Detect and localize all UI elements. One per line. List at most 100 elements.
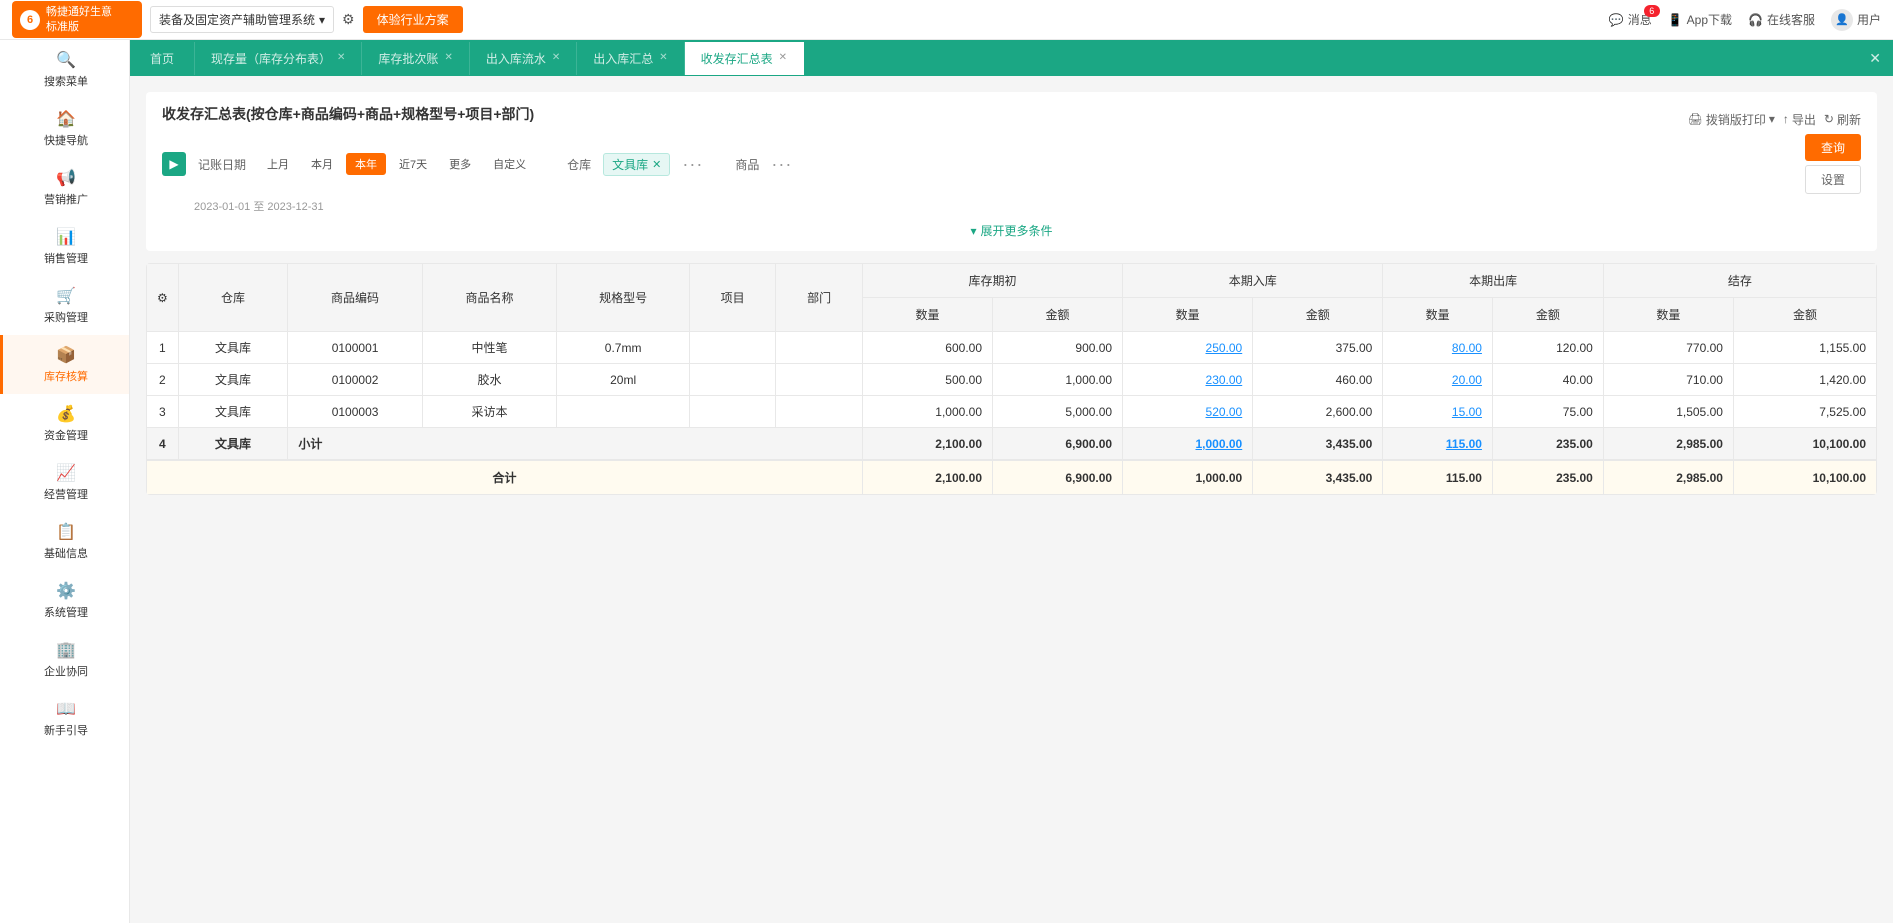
tab-batch[interactable]: 库存批次账 ✕ [362, 42, 469, 75]
experience-button[interactable]: 体验行业方案 [363, 6, 463, 33]
message-badge: 6 [1644, 5, 1660, 17]
row-goods-name: 采访本 [422, 396, 557, 428]
col-closing-qty-header: 数量 [1603, 298, 1733, 332]
purchase-icon: 🛒 [56, 286, 76, 306]
sidebar-item-guide[interactable]: 📖 新手引导 [0, 689, 129, 748]
tab-bar: 首页 现存量（库存分布表） ✕ 库存批次账 ✕ 出入库流水 ✕ 出入库汇总 ✕ … [130, 40, 1893, 76]
print-icon: 🖨 [1688, 112, 1703, 126]
inventory-icon: 📦 [56, 345, 76, 365]
row-out-amt: 120.00 [1492, 332, 1603, 364]
col-in-header: 本期入库 [1123, 264, 1383, 298]
logo-area[interactable]: 6 畅捷通好生意 标准版 [12, 1, 142, 38]
system-icon: ⚙️ [56, 581, 76, 601]
total-label: 合计 [147, 460, 863, 495]
row-goods-spec: 20ml [557, 364, 690, 396]
sidebar-item-purchase[interactable]: 🛒 采购管理 [0, 276, 129, 335]
filter-settings-button[interactable]: 设置 [1805, 165, 1861, 194]
total-in-amt: 3,435.00 [1253, 460, 1383, 495]
col-goods-code-header: 商品编码 [288, 264, 423, 332]
expand-conditions-button[interactable]: ▾ 展开更多条件 [162, 222, 1861, 239]
chevron-down-icon: ▾ [1769, 112, 1775, 126]
sidebar-item-finance[interactable]: 💰 资金管理 [0, 394, 129, 453]
logo-icon: 6 [20, 10, 40, 30]
sidebar-item-operations[interactable]: 📈 经营管理 [0, 453, 129, 512]
col-opening-qty-header: 数量 [862, 298, 992, 332]
row-seq: 1 [147, 332, 179, 364]
warehouse-more-button[interactable]: ··· [682, 155, 703, 173]
sidebar-item-marketing[interactable]: 📢 营销推广 [0, 158, 129, 217]
message-button[interactable]: 💬 消息 6 [1609, 11, 1652, 28]
row-close-amt: 1,420.00 [1733, 364, 1876, 396]
row-in-amt: 2,600.00 [1253, 396, 1383, 428]
refresh-button[interactable]: ↻ 刷新 [1824, 111, 1861, 128]
main-layout: 🔍 搜索菜单 🏠 快捷导航 📢 营销推广 📊 销售管理 🛒 采购管理 📦 库存核… [0, 40, 1893, 923]
tab-flow[interactable]: 出入库流水 ✕ [470, 42, 577, 75]
system-title-dropdown[interactable]: 装备及固定资产辅助管理系统 ▾ [150, 6, 334, 33]
goods-more-button[interactable]: ··· [771, 155, 792, 173]
col-project-header: 项目 [689, 264, 775, 332]
settings-icon[interactable]: ⚙ [342, 11, 355, 28]
base-info-icon: 📋 [56, 522, 76, 542]
sidebar-item-base-info[interactable]: 📋 基础信息 [0, 512, 129, 571]
row-out-amt: 75.00 [1492, 396, 1603, 428]
tab-bar-close-button[interactable]: ✕ [1857, 42, 1893, 75]
tab-close-summary[interactable]: ✕ [659, 53, 667, 63]
date-btn-more[interactable]: 更多 [440, 153, 480, 175]
subtotal-out-qty[interactable]: 115.00 [1383, 428, 1493, 461]
row-goods-code: 0100003 [288, 396, 423, 428]
row-in-qty[interactable]: 250.00 [1123, 332, 1253, 364]
sidebar-item-system[interactable]: ⚙️ 系统管理 [0, 571, 129, 630]
table-row: 2 文具库 0100002 胶水 20ml 500.00 1,000.00 23… [147, 364, 1877, 396]
export-button[interactable]: ↑ 导出 [1783, 111, 1816, 128]
data-table: ⚙ 仓库 商品编码 商品名称 规格型号 项目 部门 库存期初 本期入库 本期出库… [146, 263, 1877, 495]
subtotal-close-amt: 10,100.00 [1733, 428, 1876, 461]
app-download-button[interactable]: 📱 App下载 [1668, 11, 1732, 28]
date-btn-this-year[interactable]: 本年 [346, 153, 386, 175]
subtotal-in-qty[interactable]: 1,000.00 [1123, 428, 1253, 461]
col-in-amt-header: 金额 [1253, 298, 1383, 332]
sidebar-item-quick-nav[interactable]: 🏠 快捷导航 [0, 99, 129, 158]
top-bar-right: 💬 消息 6 📱 App下载 🎧 在线客服 👤 用户 [1609, 9, 1881, 31]
warehouse-tag-close[interactable]: ✕ [652, 158, 661, 171]
row-out-qty[interactable]: 80.00 [1383, 332, 1493, 364]
row-in-amt: 460.00 [1253, 364, 1383, 396]
query-button[interactable]: 查询 [1805, 134, 1861, 161]
col-goods-spec-header: 规格型号 [557, 264, 690, 332]
tab-summary[interactable]: 出入库汇总 ✕ [577, 42, 684, 75]
user-button[interactable]: 👤 用户 [1831, 9, 1881, 31]
sidebar-item-sales[interactable]: 📊 销售管理 [0, 217, 129, 276]
tab-close-flow[interactable]: ✕ [552, 53, 560, 63]
filter-expand-arrow[interactable]: ▶ [162, 152, 186, 176]
tab-close-batch[interactable]: ✕ [444, 53, 452, 63]
tab-recv-send[interactable]: 收发存汇总表 ✕ [685, 42, 804, 75]
date-btn-custom[interactable]: 自定义 [484, 153, 535, 175]
subtotal-open-qty: 2,100.00 [862, 428, 992, 461]
date-btn-last-month[interactable]: 上月 [258, 153, 298, 175]
date-btn-7days[interactable]: 近7天 [390, 153, 436, 175]
tab-close-inventory-dist[interactable]: ✕ [337, 53, 345, 63]
print-button[interactable]: 🖨 拨销版打印 ▾ [1688, 111, 1775, 128]
expand-icon: ▾ [970, 224, 976, 238]
row-out-qty[interactable]: 20.00 [1383, 364, 1493, 396]
col-closing-header: 结存 [1603, 264, 1876, 298]
row-seq: 2 [147, 364, 179, 396]
col-closing-amt-header: 金额 [1733, 298, 1876, 332]
row-close-amt: 1,155.00 [1733, 332, 1876, 364]
total-open-qty: 2,100.00 [862, 460, 992, 495]
sidebar-item-search[interactable]: 🔍 搜索菜单 [0, 40, 129, 99]
row-in-qty[interactable]: 230.00 [1123, 364, 1253, 396]
tab-home[interactable]: 首页 [130, 42, 195, 75]
row-open-qty: 1,000.00 [862, 396, 992, 428]
online-service-button[interactable]: 🎧 在线客服 [1748, 11, 1815, 28]
home-icon: 🏠 [56, 109, 76, 129]
sidebar-item-enterprise[interactable]: 🏢 企业协同 [0, 630, 129, 689]
row-in-qty[interactable]: 520.00 [1123, 396, 1253, 428]
tab-close-recv-send[interactable]: ✕ [779, 53, 787, 63]
row-close-qty: 1,505.00 [1603, 396, 1733, 428]
row-out-qty[interactable]: 15.00 [1383, 396, 1493, 428]
tab-inventory-dist[interactable]: 现存量（库存分布表） ✕ [195, 42, 362, 75]
col-settings-header[interactable]: ⚙ [147, 264, 179, 332]
date-btn-this-month[interactable]: 本月 [302, 153, 342, 175]
total-open-amt: 6,900.00 [993, 460, 1123, 495]
sidebar-item-inventory[interactable]: 📦 库存核算 [0, 335, 129, 394]
